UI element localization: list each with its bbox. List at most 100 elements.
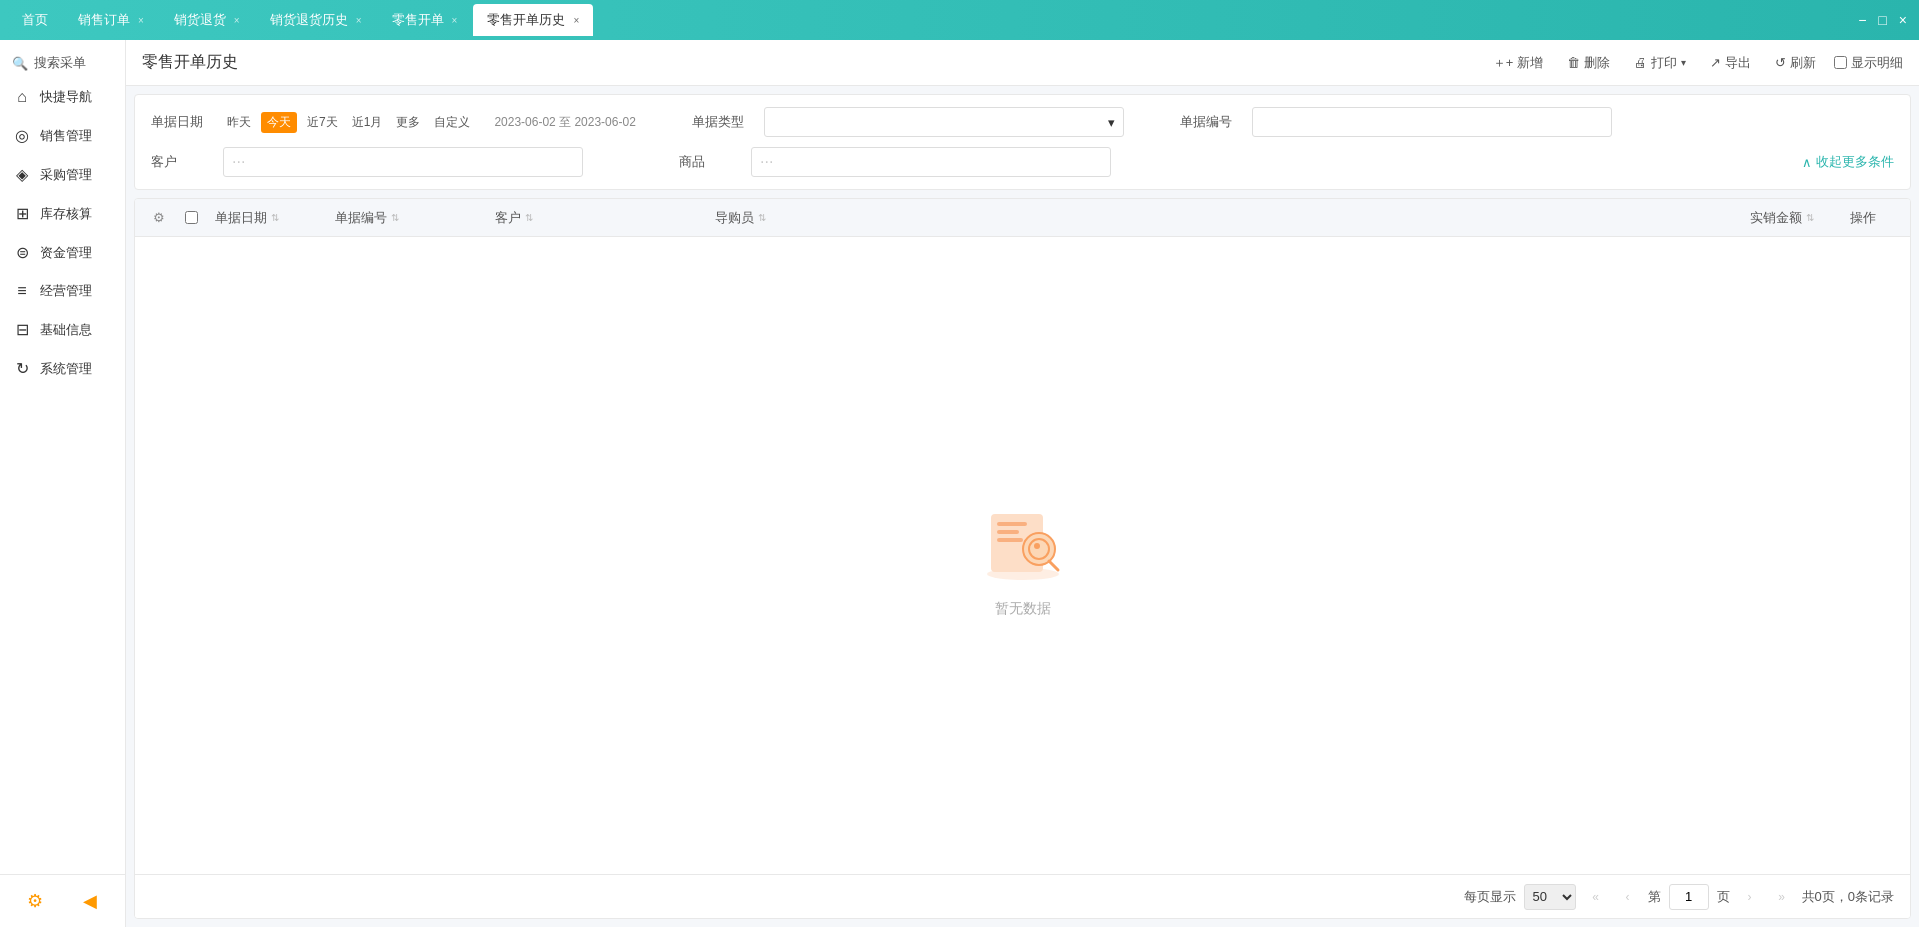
page-size-select[interactable]: 10 20 50 100	[1524, 884, 1576, 910]
sidebar-item-operations[interactable]: ≡ 经营管理	[0, 272, 125, 310]
column-settings-button[interactable]: ⚙	[143, 210, 175, 225]
purchase-icon: ◈	[12, 165, 32, 184]
doc-num-label: 单据编号	[1180, 113, 1236, 131]
tab-retail-open[interactable]: 零售开单 ×	[378, 4, 472, 36]
svg-point-8	[1034, 543, 1040, 549]
settings-button[interactable]: ⚙	[19, 885, 51, 917]
yesterday-btn[interactable]: 昨天	[223, 112, 255, 133]
sidebar-item-finance[interactable]: ⊜ 资金管理	[0, 233, 125, 272]
goods-ellipsis: ···	[760, 153, 773, 171]
close-tab-retail-history[interactable]: ×	[573, 15, 579, 26]
show-detail-input[interactable]	[1834, 56, 1847, 69]
tab-sales-return-history[interactable]: 销货退货历史 ×	[256, 4, 376, 36]
num-sort-icon[interactable]: ⇅	[391, 213, 399, 223]
maximize-button[interactable]: □	[1878, 12, 1886, 28]
per-page-label: 每页显示	[1464, 888, 1516, 906]
sidebar-item-sales-mgmt[interactable]: ◎ 销售管理	[0, 116, 125, 155]
tab-retail-history[interactable]: 零售开单历史 ×	[473, 4, 593, 36]
select-all-input[interactable]	[185, 211, 198, 224]
sidebar-item-system[interactable]: ↻ 系统管理	[0, 349, 125, 388]
close-window-button[interactable]: ×	[1899, 12, 1907, 28]
custom-btn[interactable]: 自定义	[430, 112, 474, 133]
close-tab-sales-order[interactable]: ×	[138, 15, 144, 26]
print-icon: 🖨	[1634, 55, 1647, 70]
col-date-header[interactable]: 单据日期 ⇅	[207, 209, 327, 227]
finance-icon: ⊜	[12, 243, 32, 262]
sidebar-item-basic-info[interactable]: ⊟ 基础信息	[0, 310, 125, 349]
empty-state: 暂无数据	[135, 237, 1910, 874]
page-header: 零售开单历史 ＋ + 新增 🗑 删除 🖨 打印 ▾ ↗ 导出	[126, 40, 1919, 86]
page-number-input[interactable]	[1669, 884, 1709, 910]
customer-sort-icon[interactable]: ⇅	[525, 213, 533, 223]
minimize-button[interactable]: −	[1858, 12, 1866, 28]
refresh-icon: ↺	[1775, 55, 1786, 70]
goods-select[interactable]: ···	[751, 147, 1111, 177]
date-options: 昨天 今天 近7天 近1月 更多 自定义	[223, 112, 474, 133]
last-page-button[interactable]: »	[1770, 885, 1794, 909]
close-tab-retail-open[interactable]: ×	[452, 15, 458, 26]
delete-icon: 🗑	[1567, 55, 1580, 70]
guide-sort-icon[interactable]: ⇅	[758, 213, 766, 223]
filter-row-1: 单据日期 昨天 今天 近7天 近1月 更多 自定义 2023-06-02 至 2…	[151, 107, 1894, 137]
empty-illustration	[973, 494, 1073, 584]
next-page-button[interactable]: ›	[1738, 885, 1762, 909]
basic-info-icon: ⊟	[12, 320, 32, 339]
close-tab-sales-return[interactable]: ×	[234, 15, 240, 26]
col-customer-header[interactable]: 客户 ⇅	[487, 209, 707, 227]
col-action-header: 操作	[1842, 209, 1902, 227]
prev-page-button[interactable]: ‹	[1616, 885, 1640, 909]
today-btn[interactable]: 今天	[261, 112, 297, 133]
settings-icon: ⚙	[27, 890, 43, 912]
filter-area: 单据日期 昨天 今天 近7天 近1月 更多 自定义 2023-06-02 至 2…	[134, 94, 1911, 190]
tab-home[interactable]: 首页	[8, 4, 62, 36]
col-guide-header[interactable]: 导购员 ⇅	[707, 209, 827, 227]
select-all-checkbox[interactable]	[175, 211, 207, 224]
show-detail-checkbox[interactable]: 显示明细	[1834, 54, 1903, 72]
sidebar: 🔍 搜索采单 ⌂ 快捷导航 ◎ 销售管理 ◈ 采购管理 ⊞ 库存核算 ⊜ 资金管…	[0, 40, 126, 927]
collapse-filter-button[interactable]: ∧ 收起更多条件	[1802, 153, 1894, 171]
amount-sort-icon[interactable]: ⇅	[1806, 213, 1814, 223]
pagination: 每页显示 10 20 50 100 « ‹ 第 页 ›	[135, 874, 1910, 918]
customer-select[interactable]: ···	[223, 147, 583, 177]
filter-row-2: 客户 ··· 商品 ··· ∧ 收起更多条件	[151, 147, 1894, 177]
goods-label: 商品	[679, 153, 735, 171]
print-dropdown-icon[interactable]: ▾	[1681, 57, 1686, 68]
empty-text: 暂无数据	[995, 600, 1051, 618]
close-tab-sales-return-history[interactable]: ×	[356, 15, 362, 26]
doc-type-select[interactable]: ▾	[764, 107, 1124, 137]
system-icon: ↻	[12, 359, 32, 378]
table-header: ⚙ 单据日期 ⇅ 单据编号 ⇅ 客户 ⇅ 导购员	[135, 199, 1910, 237]
print-button[interactable]: 🖨 打印 ▾	[1628, 50, 1692, 76]
last7-btn[interactable]: 近7天	[303, 112, 342, 133]
sidebar-item-inventory[interactable]: ⊞ 库存核算	[0, 194, 125, 233]
svg-line-7	[1049, 561, 1058, 570]
sidebar-search[interactable]: 🔍 搜索采单	[0, 48, 125, 78]
col-num-header[interactable]: 单据编号 ⇅	[327, 209, 487, 227]
collapse-sidebar-button[interactable]: ◀	[74, 885, 106, 917]
more-btn[interactable]: 更多	[392, 112, 424, 133]
tab-sales-order[interactable]: 销售订单 ×	[64, 4, 158, 36]
col-amount-header[interactable]: 实销金额 ⇅	[1742, 209, 1842, 227]
column-settings-icon: ⚙	[153, 210, 165, 225]
tab-sales-return[interactable]: 销货退货 ×	[160, 4, 254, 36]
date-filter-label: 单据日期	[151, 113, 207, 131]
top-bar: 首页 销售订单 × 销货退货 × 销货退货历史 × 零售开单 × 零售开单历史 …	[0, 0, 1919, 40]
date-sort-icon[interactable]: ⇅	[271, 213, 279, 223]
svg-rect-3	[997, 530, 1019, 534]
add-button[interactable]: ＋ + 新增	[1487, 50, 1549, 76]
delete-button[interactable]: 🗑 删除	[1561, 50, 1616, 76]
sidebar-item-quick-nav[interactable]: ⌂ 快捷导航	[0, 78, 125, 116]
doc-num-input[interactable]	[1252, 107, 1612, 137]
last-month-btn[interactable]: 近1月	[348, 112, 387, 133]
refresh-button[interactable]: ↺ 刷新	[1769, 50, 1822, 76]
add-icon: ＋	[1493, 54, 1506, 72]
date-range-display: 2023-06-02 至 2023-06-02	[494, 114, 635, 131]
operations-icon: ≡	[12, 282, 32, 300]
content-area: 零售开单历史 ＋ + 新增 🗑 删除 🖨 打印 ▾ ↗ 导出	[126, 40, 1919, 927]
total-info: 共0页，0条记录	[1802, 888, 1894, 906]
export-icon: ↗	[1710, 55, 1721, 70]
first-page-button[interactable]: «	[1584, 885, 1608, 909]
page-title: 零售开单历史	[142, 52, 238, 73]
export-button[interactable]: ↗ 导出	[1704, 50, 1757, 76]
sidebar-item-purchase-mgmt[interactable]: ◈ 采购管理	[0, 155, 125, 194]
